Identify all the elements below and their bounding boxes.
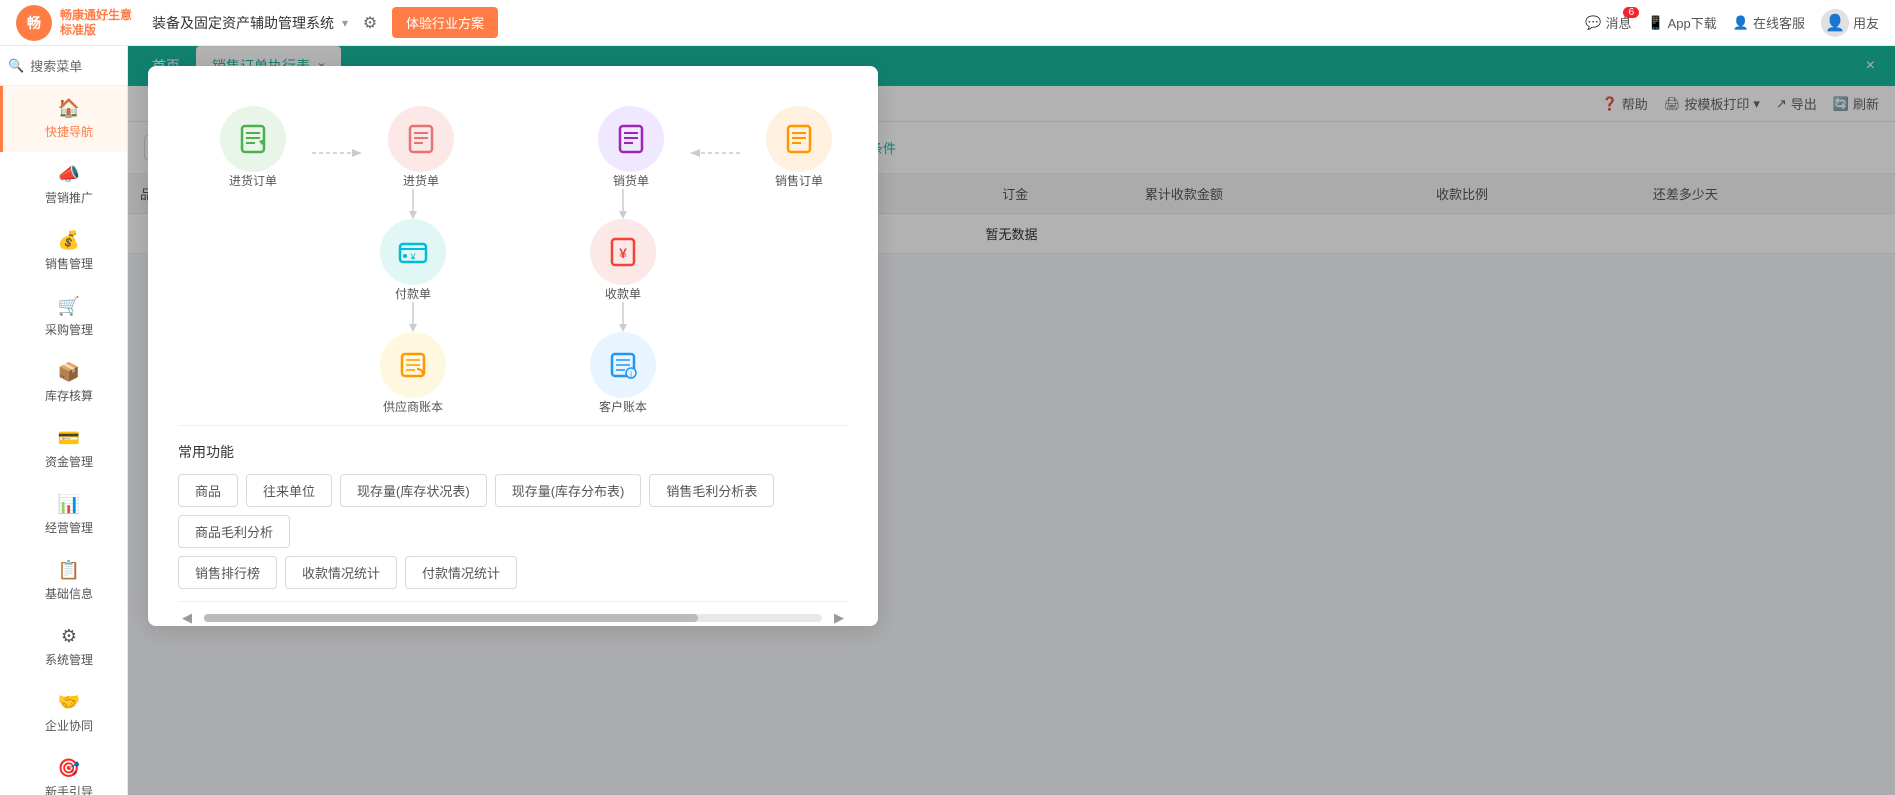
online-service-button[interactable]: 👤 在线客服	[1733, 13, 1805, 32]
sidebar-item-operations[interactable]: 📊 经营管理	[0, 482, 127, 548]
sidebar-item-base-info[interactable]: 📋 基础信息	[0, 548, 127, 614]
system-icon: ⚙	[61, 626, 77, 647]
sidebar-item-marketing[interactable]: 📣 营销推广	[0, 152, 127, 218]
newbie-icon: 🎯	[58, 758, 80, 779]
inventory-icon: 📦	[58, 362, 80, 383]
user-avatar: 👤	[1821, 9, 1849, 37]
svg-text:¥: ¥	[619, 245, 627, 261]
modal-box: 进货订单 进货单	[148, 66, 878, 626]
message-button[interactable]: 💬 消息 6	[1585, 13, 1631, 32]
func-btn-receipt-stats[interactable]: 收款情况统计	[285, 556, 397, 589]
logo-area: 畅 畅康通好生意 标准版	[16, 5, 132, 41]
sidebar: 🔍 搜索菜单 🏠 快捷导航 📣 营销推广 💰 销售管理 🛒 采购管理 📦	[0, 46, 128, 795]
base-info-icon: 📋	[58, 560, 80, 581]
sidebar-item-quick-nav[interactable]: 🏠 快捷导航	[0, 86, 127, 152]
svg-text:¥: ¥	[409, 252, 416, 262]
app-download-button[interactable]: 📱 App下载	[1647, 13, 1716, 32]
modal-overlay[interactable]: 进货订单 进货单	[128, 46, 1895, 795]
flow-node-sales-order[interactable]: 销售订单	[744, 106, 854, 189]
flow-node-receipt-bill[interactable]: ¥ 收款单	[568, 219, 678, 302]
service-icon: 👤	[1733, 15, 1749, 31]
settings-button[interactable]: ⚙	[356, 9, 384, 37]
system-dropdown-button[interactable]: ▾	[342, 16, 348, 30]
marketing-icon: 📣	[58, 164, 80, 185]
scroll-indicator: ◀ ▶	[178, 601, 848, 626]
scroll-track[interactable]	[204, 614, 822, 622]
operations-icon: 📊	[58, 494, 80, 515]
common-functions-title: 常用功能	[178, 442, 848, 462]
sidebar-item-finance[interactable]: 💳 资金管理	[0, 416, 127, 482]
function-buttons: 商品 往来单位 现存量(库存状况表) 现存量(库存分布表) 销售毛利分析表 商品…	[178, 474, 848, 548]
customer-account-icon: i	[590, 332, 656, 398]
top-right-actions: 💬 消息 6 📱 App下载 👤 在线客服 👤 用友	[1585, 9, 1879, 37]
top-bar: 畅 畅康通好生意 标准版 装备及固定资产辅助管理系统 ▾ ⚙ 体验行业方案 💬 …	[0, 0, 1895, 46]
quick-nav-icon: 🏠	[58, 98, 80, 119]
flow-diagram: 进货订单 进货单	[178, 96, 848, 425]
func-btn-payment-stats[interactable]: 付款情况统计	[405, 556, 517, 589]
flow-node-supplier-account[interactable]: 供应商账本	[358, 332, 468, 415]
sales-order-icon	[766, 106, 832, 172]
func-btn-sales-rank[interactable]: 销售排行榜	[178, 556, 277, 589]
arrow-sales-order-to-bill	[690, 145, 740, 161]
scroll-right-arrow[interactable]: ▶	[830, 610, 848, 626]
logo-icon: 畅	[16, 5, 52, 41]
flow-node-purchase-bill[interactable]: 进货单	[366, 106, 476, 189]
sidebar-item-inventory[interactable]: 📦 库存核算	[0, 350, 127, 416]
app-icon: 📱	[1647, 15, 1663, 31]
scroll-thumb	[204, 614, 698, 622]
sidebar-item-system[interactable]: ⚙ 系统管理	[0, 614, 127, 680]
experience-button[interactable]: 体验行业方案	[392, 7, 498, 38]
sidebar-item-cooperation[interactable]: 🤝 企业协同	[0, 680, 127, 746]
search-icon: 🔍	[8, 58, 24, 74]
func-btn-product[interactable]: 商品	[178, 474, 238, 507]
system-title: 装备及固定资产辅助管理系统	[152, 13, 334, 33]
purchase-bill-icon	[388, 106, 454, 172]
logo-text: 畅康通好生意 标准版	[60, 8, 132, 37]
func-btn-sales-gross[interactable]: 销售毛利分析表	[649, 474, 774, 507]
func-btn-stock-dist[interactable]: 现存量(库存分布表)	[495, 474, 642, 507]
purchase-order-icon	[220, 106, 286, 172]
modal-content: 进货订单 进货单	[148, 66, 878, 626]
sales-bill-icon	[598, 106, 664, 172]
scroll-left-arrow[interactable]: ◀	[178, 610, 196, 626]
sidebar-item-purchase[interactable]: 🛒 采购管理	[0, 284, 127, 350]
flow-node-customer-account[interactable]: i 客户账本	[568, 332, 678, 415]
payment-bill-icon: ¥	[380, 219, 446, 285]
func-btn-contacts[interactable]: 往来单位	[246, 474, 332, 507]
sidebar-item-newbie[interactable]: 🎯 新手引导	[0, 746, 127, 795]
arrow-purchase-to-bill	[312, 145, 362, 161]
message-badge: 6	[1623, 7, 1639, 18]
cooperation-icon: 🤝	[58, 692, 80, 713]
svg-text:i: i	[630, 370, 632, 379]
purchase-icon: 🛒	[58, 296, 80, 317]
user-menu-button[interactable]: 👤 用友	[1821, 9, 1879, 37]
common-functions: 常用功能 商品 往来单位 现存量(库存状况表) 现存量(库存分布表) 销售毛利分…	[178, 425, 848, 589]
flow-node-sales-bill[interactable]: 销货单	[576, 106, 686, 189]
receipt-bill-icon: ¥	[590, 219, 656, 285]
sidebar-item-sales[interactable]: 💰 销售管理	[0, 218, 127, 284]
supplier-account-icon	[380, 332, 446, 398]
func-btn-product-gross[interactable]: 商品毛利分析	[178, 515, 290, 548]
sales-icon: 💰	[58, 230, 80, 251]
func-btn-stock-status[interactable]: 现存量(库存状况表)	[340, 474, 487, 507]
finance-icon: 💳	[58, 428, 80, 449]
function-buttons-row2: 销售排行榜 收款情况统计 付款情况统计	[178, 556, 848, 589]
flow-node-payment-bill[interactable]: ¥ 付款单	[358, 219, 468, 302]
svg-text:畅: 畅	[27, 15, 41, 31]
sidebar-search[interactable]: 🔍 搜索菜单	[0, 46, 127, 86]
flow-node-purchase-order[interactable]: 进货订单	[198, 106, 308, 189]
message-icon: 💬	[1585, 15, 1601, 31]
